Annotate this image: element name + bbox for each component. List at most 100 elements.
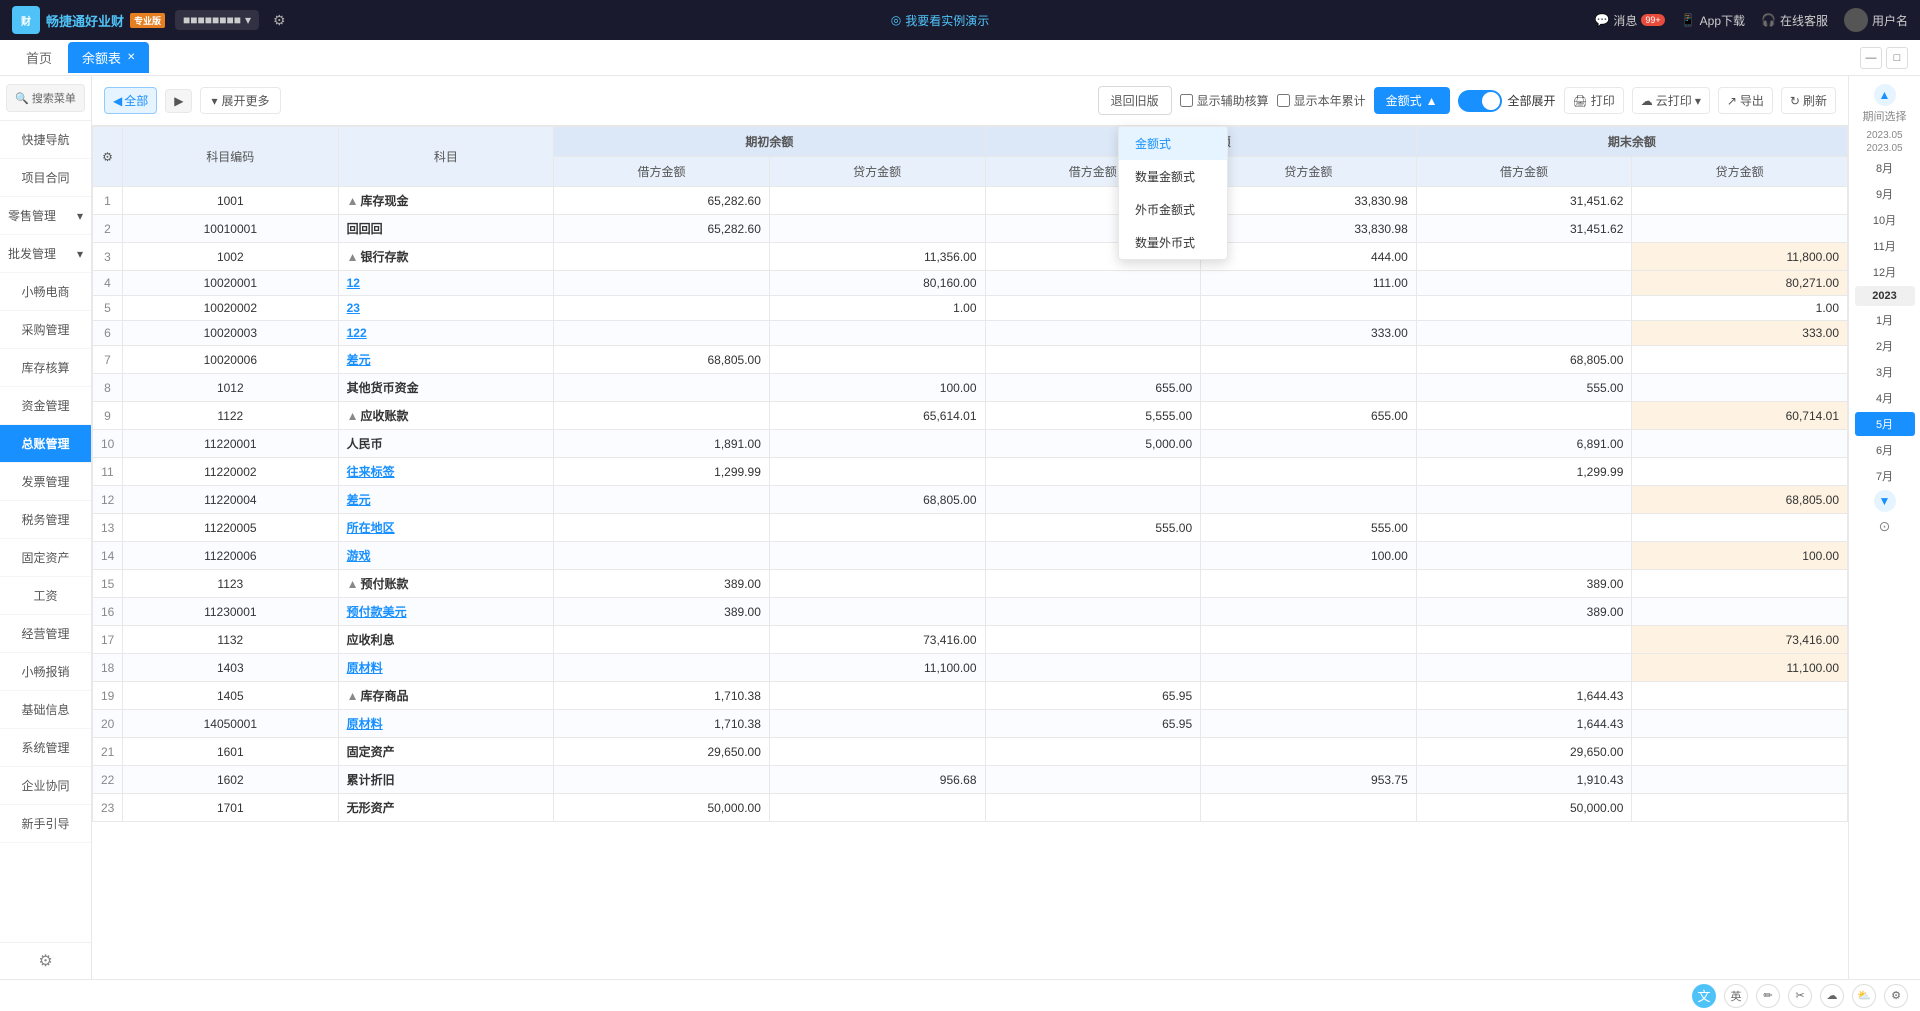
tab-close-icon[interactable]: ✕: [127, 52, 135, 63]
month-2[interactable]: 2月: [1855, 334, 1915, 358]
table-row[interactable]: 12 11220004 差元 68,805.00 68,805.00: [93, 486, 1848, 514]
table-row[interactable]: 3 1002 ▲银行存款 11,356.00 444.00 11,800.00: [93, 243, 1848, 271]
month-4[interactable]: 4月: [1855, 386, 1915, 410]
table-row[interactable]: 23 1701 无形资产 50,000.00 50,000.00: [93, 794, 1848, 822]
dropdown-item-2[interactable]: 外币金额式: [1119, 193, 1227, 226]
sidebar-item-guide[interactable]: 新手引导: [0, 805, 91, 843]
month-10[interactable]: 10月: [1855, 208, 1915, 232]
table-row[interactable]: 1 1001 ▲库存现金 65,282.60 33,830.98 31,451.…: [93, 187, 1848, 215]
sidebar-item-quick-nav[interactable]: 快捷导航: [0, 121, 91, 159]
sidebar-item-operations[interactable]: 经营管理: [0, 615, 91, 653]
month-3[interactable]: 3月: [1855, 360, 1915, 384]
month-11[interactable]: 11月: [1855, 234, 1915, 258]
refresh-button[interactable]: ↻ 刷新: [1781, 87, 1836, 114]
table-row[interactable]: 9 1122 ▲应收账款 65,614.01 5,555.00 655.00 6…: [93, 402, 1848, 430]
dropdown-item-1[interactable]: 数量金额式: [1119, 160, 1227, 193]
account-link[interactable]: 23: [347, 301, 360, 315]
month-7[interactable]: 7月: [1855, 464, 1915, 488]
bottom-lang-icon[interactable]: 英: [1724, 984, 1748, 1008]
bottom-settings-icon[interactable]: ⚙: [1884, 984, 1908, 1008]
tab-balance[interactable]: 余额表 ✕: [68, 42, 149, 73]
sidebar-item-expense[interactable]: 小畅报销: [0, 653, 91, 691]
sidebar-item-assets[interactable]: 固定资产: [0, 539, 91, 577]
download-item[interactable]: 📱 App下载: [1681, 12, 1745, 29]
table-row[interactable]: 21 1601 固定资产 29,650.00 29,650.00: [93, 738, 1848, 766]
bottom-cloud2-icon[interactable]: ⛅: [1852, 984, 1876, 1008]
table-row[interactable]: 14 11220006 游戏 100.00 100.00: [93, 542, 1848, 570]
amount-mode-button[interactable]: 金额式 ▲: [1374, 87, 1450, 114]
account-link[interactable]: 差元: [347, 353, 371, 367]
table-row[interactable]: 8 1012 其他货币资金 100.00 655.00 555.00: [93, 374, 1848, 402]
sidebar-item-inventory[interactable]: 库存核算: [0, 349, 91, 387]
table-row[interactable]: 19 1405 ▲库存商品 1,710.38 65.95 1,644.43: [93, 682, 1848, 710]
account-link[interactable]: 预付款美元: [347, 605, 407, 619]
service-item[interactable]: 🎧 在线客服: [1761, 12, 1828, 29]
table-row[interactable]: 18 1403 原材料 11,100.00 11,100.00: [93, 654, 1848, 682]
sidebar-item-wholesale[interactable]: 批发管理 ▾: [0, 235, 91, 273]
account-link[interactable]: 原材料: [347, 661, 383, 675]
sidebar-settings-icon[interactable]: ⚙: [38, 953, 52, 970]
sidebar-item-tax[interactable]: 税务管理: [0, 501, 91, 539]
period-up-button[interactable]: ▲: [1874, 84, 1896, 106]
month-8[interactable]: 8月: [1855, 156, 1915, 180]
ytd-checkbox[interactable]: [1277, 94, 1290, 107]
sidebar-item-ecommerce[interactable]: 小畅电商: [0, 273, 91, 311]
table-row[interactable]: 6 10020003 122 333.00 333.00: [93, 321, 1848, 346]
month-12[interactable]: 12月: [1855, 260, 1915, 284]
sidebar-item-purchase[interactable]: 采购管理: [0, 311, 91, 349]
sidebar-item-retail[interactable]: 零售管理 ▾: [0, 197, 91, 235]
tab-home[interactable]: 首页: [12, 42, 66, 73]
table-row[interactable]: 13 11220005 所在地区 555.00 555.00: [93, 514, 1848, 542]
month-6[interactable]: 6月: [1855, 438, 1915, 462]
expand-all-switch[interactable]: [1458, 90, 1502, 112]
tab-minimize-button[interactable]: —: [1860, 47, 1882, 69]
table-row[interactable]: 22 1602 累计折旧 956.68 953.75 1,910.43: [93, 766, 1848, 794]
account-link[interactable]: 原材料: [347, 717, 383, 731]
table-row[interactable]: 11 11220002 往来标签 1,299.99 1,299.99: [93, 458, 1848, 486]
account-link[interactable]: 差元: [347, 493, 371, 507]
cloud-print-button[interactable]: ☁ 云打印 ▾: [1632, 87, 1710, 114]
bottom-scissors-icon[interactable]: ✂: [1788, 984, 1812, 1008]
dropdown-item-3[interactable]: 数量外币式: [1119, 226, 1227, 259]
table-row[interactable]: 2 10010001 回回回 65,282.60 33,830.98 31,45…: [93, 215, 1848, 243]
sidebar-item-collab[interactable]: 企业协同: [0, 767, 91, 805]
sidebar-item-funds[interactable]: 资金管理: [0, 387, 91, 425]
sidebar-item-payroll[interactable]: 工资: [0, 577, 91, 615]
auxiliary-checkbox[interactable]: [1180, 94, 1193, 107]
dropdown-item-0[interactable]: 金额式: [1119, 127, 1227, 160]
table-row[interactable]: 5 10020002 23 1.00 1.00: [93, 296, 1848, 321]
gear-icon[interactable]: ⚙: [273, 12, 286, 29]
message-item[interactable]: 💬 消息 99+: [1594, 12, 1664, 29]
period-collapse-icon[interactable]: ⊙: [1879, 518, 1891, 535]
table-row[interactable]: 4 10020001 12 80,160.00 111.00 80,271.00: [93, 271, 1848, 296]
user-item[interactable]: 用户名: [1844, 8, 1908, 32]
bottom-chat-icon[interactable]: 文: [1692, 984, 1716, 1008]
demo-link[interactable]: ◎ 我要看实例演示: [891, 12, 990, 29]
sidebar-search-button[interactable]: 🔍 搜索菜单: [6, 84, 85, 112]
bottom-edit-icon[interactable]: ✏: [1756, 984, 1780, 1008]
account-link[interactable]: 所在地区: [347, 521, 395, 535]
version-selector[interactable]: ■■■■■■■■ ▾: [175, 10, 259, 30]
month-5[interactable]: 5月: [1855, 412, 1915, 436]
sidebar-item-invoice[interactable]: 发票管理: [0, 463, 91, 501]
table-row[interactable]: 10 11220001 人民币 1,891.00 5,000.00 6,891.…: [93, 430, 1848, 458]
table-row[interactable]: 20 14050001 原材料 1,710.38 65.95 1,644.43: [93, 710, 1848, 738]
nav-all-button[interactable]: ◀ 全部: [104, 87, 157, 114]
month-9[interactable]: 9月: [1855, 182, 1915, 206]
table-row[interactable]: 16 11230001 预付款美元 389.00 389.00: [93, 598, 1848, 626]
period-down-button[interactable]: ▼: [1874, 490, 1896, 512]
nav-right-button[interactable]: ▶: [165, 89, 192, 113]
th-settings[interactable]: ⚙: [93, 127, 123, 187]
table-row[interactable]: 7 10020006 差元 68,805.00 68,805.00: [93, 346, 1848, 374]
account-link[interactable]: 往来标签: [347, 465, 395, 479]
month-1[interactable]: 1月: [1855, 308, 1915, 332]
expand-more-button[interactable]: ▾ 展开更多: [200, 87, 280, 114]
bottom-cloud-icon[interactable]: ☁: [1820, 984, 1844, 1008]
account-link[interactable]: 游戏: [347, 549, 371, 563]
tab-maximize-button[interactable]: □: [1886, 47, 1908, 69]
table-row[interactable]: 15 1123 ▲预付账款 389.00 389.00: [93, 570, 1848, 598]
account-link[interactable]: 122: [347, 326, 367, 340]
return-old-button[interactable]: 退回旧版: [1098, 86, 1172, 115]
sidebar-item-project[interactable]: 项目合同: [0, 159, 91, 197]
sidebar-item-system[interactable]: 系统管理: [0, 729, 91, 767]
